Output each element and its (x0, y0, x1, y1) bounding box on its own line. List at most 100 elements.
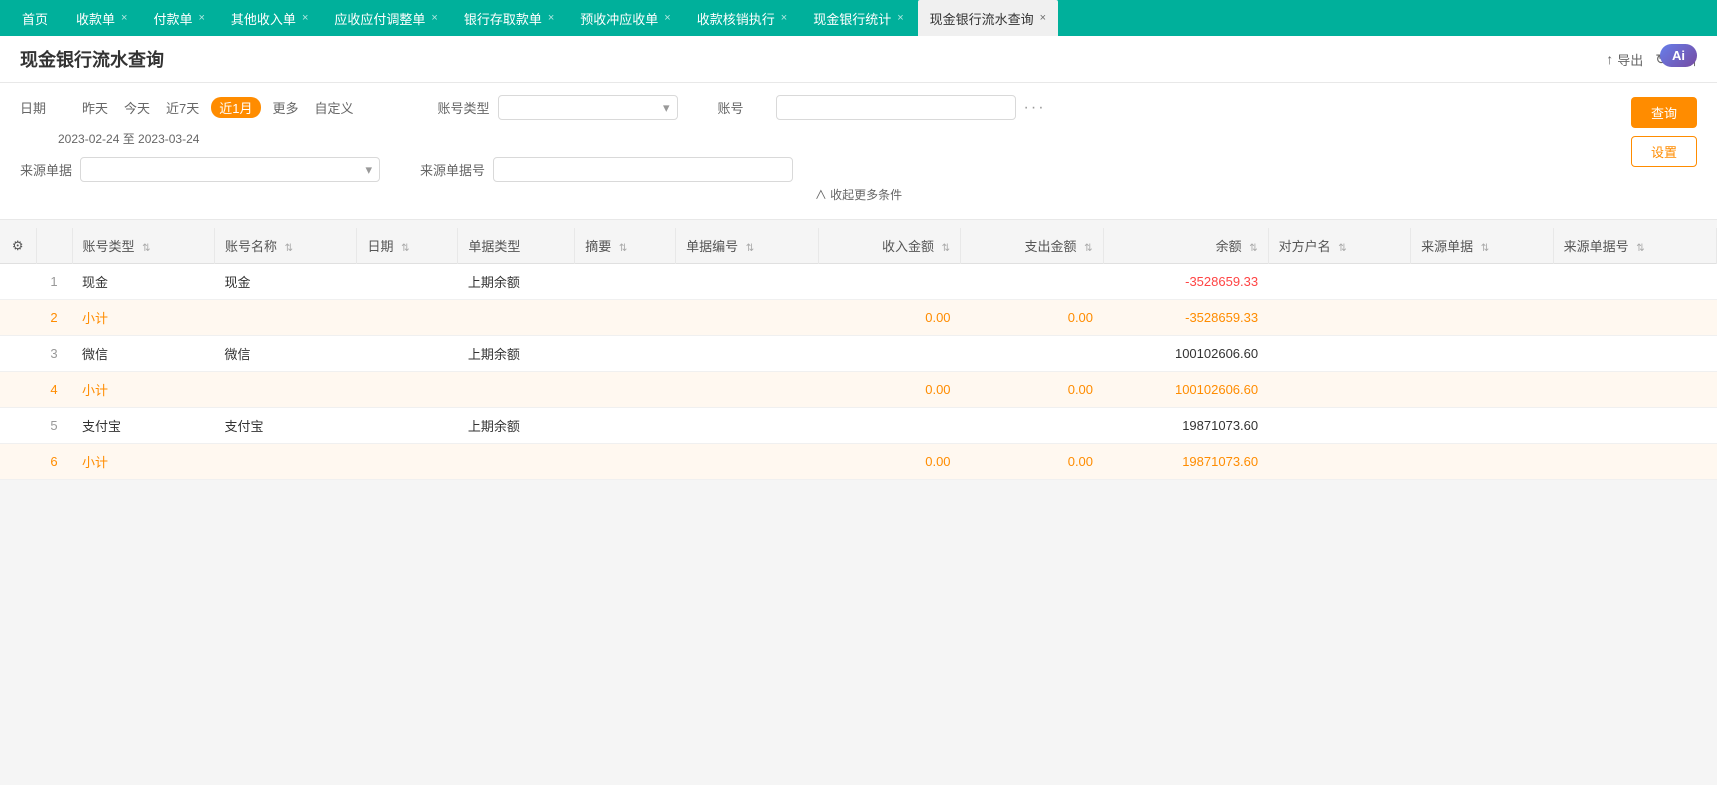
row-source-doc (1411, 408, 1553, 444)
column-doc-type[interactable]: 单据类型 (458, 228, 575, 264)
sort-icon: ⇅ (619, 243, 627, 254)
close-icon[interactable]: × (664, 12, 670, 24)
source-doc-select[interactable] (80, 157, 380, 182)
nav-tab-shoukuanhexiao[interactable]: 收款核销执行 × (685, 0, 799, 36)
source-doc-num-input[interactable] (493, 157, 793, 182)
row-summary (575, 408, 676, 444)
sort-icon: ⇅ (1249, 243, 1257, 254)
date-btn-yesterday[interactable]: 昨天 (78, 97, 112, 118)
row-expense: 0.00 (961, 444, 1103, 480)
row-account-name: 支付宝 (214, 408, 356, 444)
sort-icon: ⇅ (142, 243, 150, 254)
nav-home[interactable]: 首页 (8, 0, 62, 36)
row-source-doc (1411, 300, 1553, 336)
table-header-row: ⚙ 账号类型 ⇅ 账号名称 ⇅ 日期 ⇅ 单据类型 (0, 228, 1717, 264)
row-summary (575, 444, 676, 480)
export-button[interactable]: ↑ 导出 (1606, 50, 1643, 69)
date-btn-7days[interactable]: 近7天 (162, 97, 203, 118)
nav-tab-xianjinliushui[interactable]: 现金银行流水查询 × (918, 0, 1058, 36)
row-source-doc (1411, 372, 1553, 408)
query-button[interactable]: 查询 (1631, 97, 1697, 128)
column-income[interactable]: 收入金额 ⇅ (818, 228, 960, 264)
column-summary[interactable]: 摘要 ⇅ (575, 228, 676, 264)
account-type-select-wrapper (498, 95, 678, 120)
close-icon[interactable]: × (548, 12, 554, 24)
row-date (357, 300, 458, 336)
row-income (818, 264, 960, 300)
row-income (818, 408, 960, 444)
row-summary (575, 336, 676, 372)
row-date (357, 264, 458, 300)
close-icon[interactable]: × (198, 12, 204, 24)
date-btn-1month[interactable]: 近1月 (211, 97, 260, 118)
table-row: 4 小计 0.00 0.00 100102606.60 (0, 372, 1717, 408)
table-row: 1 现金 现金 上期余额 -3528659.33 (0, 264, 1717, 300)
row-balance: 19871073.60 (1103, 444, 1268, 480)
row-doc-type: 上期余额 (458, 336, 575, 372)
account-input[interactable] (776, 95, 1016, 120)
close-icon[interactable]: × (431, 12, 437, 24)
column-expense[interactable]: 支出金额 ⇅ (961, 228, 1103, 264)
nav-tab-yingshoutiaozheng[interactable]: 应收应付调整单 × (322, 0, 449, 36)
column-source-doc-no[interactable]: 来源单据号 ⇅ (1553, 228, 1716, 264)
column-counterpart[interactable]: 对方户名 ⇅ (1268, 228, 1410, 264)
table-row: 5 支付宝 支付宝 上期余额 19871073.60 (0, 408, 1717, 444)
page-header: 现金银行流水查询 ↑ 导出 ↻ 刷新 Ai (0, 36, 1717, 83)
row-balance: 100102606.60 (1103, 372, 1268, 408)
account-dots-button[interactable]: ··· (1024, 99, 1046, 117)
column-date[interactable]: 日期 ⇅ (357, 228, 458, 264)
close-icon[interactable]: × (302, 12, 308, 24)
row-account-name (214, 300, 356, 336)
row-source-doc-no (1553, 444, 1716, 480)
row-balance: 100102606.60 (1103, 336, 1268, 372)
row-source-doc-no (1553, 372, 1716, 408)
row-balance: -3528659.33 (1103, 264, 1268, 300)
nav-tab-yinhangcunqu[interactable]: 银行存取款单 × (452, 0, 566, 36)
nav-tab-fudan[interactable]: 付款单 × (141, 0, 216, 36)
nav-tab-yushouchong[interactable]: 预收冲应收单 × (568, 0, 682, 36)
gear-icon[interactable]: ⚙ (12, 238, 24, 253)
close-icon[interactable]: × (897, 12, 903, 24)
settings-button[interactable]: 设置 (1631, 136, 1697, 167)
column-account-type[interactable]: 账号类型 ⇅ (72, 228, 214, 264)
close-icon[interactable]: × (781, 12, 787, 24)
row-doc-no (676, 444, 818, 480)
column-gear[interactable]: ⚙ (0, 228, 36, 264)
sort-icon: ⇅ (1481, 243, 1489, 254)
row-date (357, 336, 458, 372)
row-counterpart (1268, 408, 1410, 444)
ai-badge[interactable]: Ai (1660, 44, 1697, 67)
column-account-name[interactable]: 账号名称 ⇅ (214, 228, 356, 264)
export-icon: ↑ (1606, 51, 1613, 67)
nav-tab-shoudan[interactable]: 收款单 × (64, 0, 139, 36)
chevron-up-icon: ∧ (815, 188, 830, 202)
date-btn-more[interactable]: 更多 (269, 97, 303, 118)
close-icon[interactable]: × (1040, 12, 1046, 24)
row-account-name (214, 372, 356, 408)
column-doc-no[interactable]: 单据编号 ⇅ (676, 228, 818, 264)
row-date (357, 372, 458, 408)
row-number: 1 (36, 264, 72, 300)
nav-tab-xianjintongji[interactable]: 现金银行统计 × (801, 0, 915, 36)
row-source-doc (1411, 336, 1553, 372)
account-type-select[interactable] (498, 95, 678, 120)
column-row-num (36, 228, 72, 264)
sort-icon: ⇅ (401, 243, 409, 254)
row-account-type: 小计 (72, 444, 214, 480)
date-label: 日期 (20, 98, 70, 117)
nav-tab-qitashouru[interactable]: 其他收入单 × (219, 0, 320, 36)
row-doc-type: 上期余额 (458, 264, 575, 300)
date-btn-custom[interactable]: 自定义 (311, 97, 358, 118)
collapse-button[interactable]: ∧ 收起更多条件 (20, 182, 1697, 207)
close-icon[interactable]: × (121, 12, 127, 24)
date-btn-today[interactable]: 今天 (120, 97, 154, 118)
row-expense: 0.00 (961, 300, 1103, 336)
row-gear (0, 264, 36, 300)
row-source-doc-no (1553, 264, 1716, 300)
row-account-type: 现金 (72, 264, 214, 300)
column-balance[interactable]: 余额 ⇅ (1103, 228, 1268, 264)
top-navigation: 首页 收款单 × 付款单 × 其他收入单 × 应收应付调整单 × 银行存取款单 … (0, 0, 1717, 36)
row-balance: -3528659.33 (1103, 300, 1268, 336)
row-account-name: 现金 (214, 264, 356, 300)
column-source-doc[interactable]: 来源单据 ⇅ (1411, 228, 1553, 264)
